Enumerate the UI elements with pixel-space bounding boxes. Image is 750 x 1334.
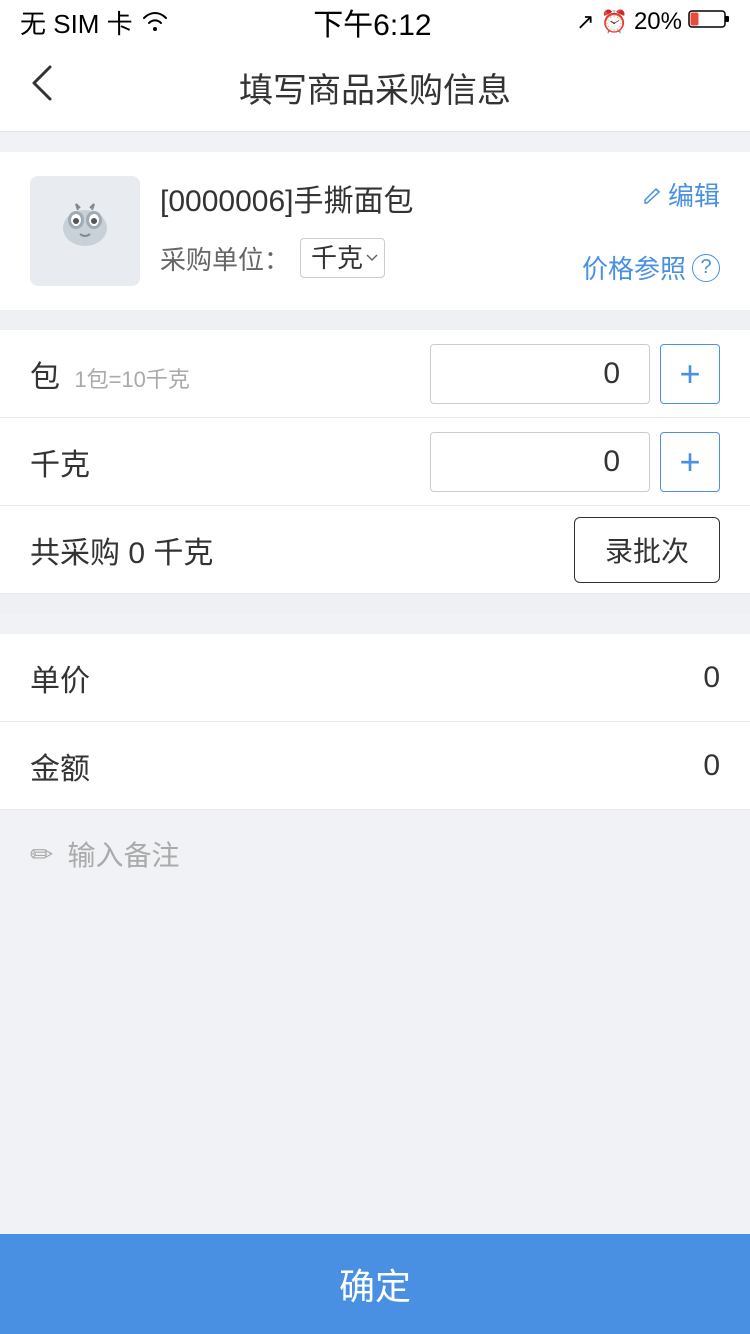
price-ref-button[interactable]: 价格参照 ? — [582, 249, 720, 286]
kg-input-row: 千克 + — [0, 418, 750, 506]
unit-price-row: 单价 0 — [0, 634, 750, 722]
battery-text: 20% — [634, 8, 682, 36]
amount-label: 金额 — [30, 744, 90, 788]
unit-label: 采购单位： — [160, 240, 290, 277]
total-row: 共采购 0 千克 录批次 — [0, 506, 750, 594]
remark-placeholder: 输入备注 — [67, 834, 179, 874]
price-section: 单价 0 金额 0 — [0, 634, 750, 810]
bag-field-wrap: + — [190, 344, 720, 404]
page-title: 填写商品采购信息 — [239, 63, 511, 112]
content-spacer — [0, 898, 750, 1234]
bag-input-row: 包 1包=10千克 + — [0, 330, 750, 418]
section-divider-2 — [0, 594, 750, 614]
product-thumbnail — [30, 176, 140, 286]
kg-input[interactable] — [430, 432, 650, 492]
nav-bar: 填写商品采购信息 — [0, 44, 750, 132]
help-icon: ? — [692, 254, 720, 282]
amount-value: 0 — [703, 749, 720, 783]
record-batch-button[interactable]: 录批次 — [574, 517, 720, 583]
status-time: 下午6:12 — [313, 0, 431, 44]
remark-section[interactable]: ✏ 输入备注 — [0, 810, 750, 898]
battery-icon — [688, 8, 730, 37]
kg-plus-button[interactable]: + — [660, 432, 720, 492]
edit-button[interactable]: 编辑 — [642, 176, 720, 213]
carrier-text: 无 SIM 卡 — [20, 4, 133, 41]
back-button[interactable] — [30, 63, 54, 112]
bag-sub-label: 1包=10千克 — [74, 367, 190, 392]
kg-field-wrap: + — [170, 432, 720, 492]
unit-select[interactable]: 千克 包 件 — [300, 238, 385, 278]
alarm-icon: ⏰ — [601, 9, 628, 35]
product-name: [0000006]手撕面包 — [160, 176, 720, 220]
status-bar: 无 SIM 卡 下午6:12 ↗ ⏰ 20% — [0, 0, 750, 44]
bag-label: 包 1包=10千克 — [30, 352, 190, 396]
bag-plus-button[interactable]: + — [660, 344, 720, 404]
total-label: 共采购 0 千克 — [30, 528, 213, 572]
unit-price-label: 单价 — [30, 656, 90, 700]
input-section: 包 1包=10千克 + 千克 + — [0, 330, 750, 506]
status-left: 无 SIM 卡 — [20, 4, 169, 41]
unit-price-value: 0 — [703, 661, 720, 695]
kg-label: 千克 — [30, 440, 170, 484]
confirm-button[interactable]: 确定 — [0, 1234, 750, 1334]
wifi-icon — [141, 7, 169, 38]
section-divider-1 — [0, 310, 750, 330]
status-right: ↗ ⏰ 20% — [576, 8, 730, 37]
product-card: [0000006]手撕面包 采购单位： 千克 包 件 编辑 价格参照 ? — [0, 152, 750, 310]
location-icon: ↗ — [576, 9, 594, 35]
bag-input[interactable] — [430, 344, 650, 404]
amount-row: 金额 0 — [0, 722, 750, 810]
pencil-icon: ✏ — [30, 838, 53, 871]
